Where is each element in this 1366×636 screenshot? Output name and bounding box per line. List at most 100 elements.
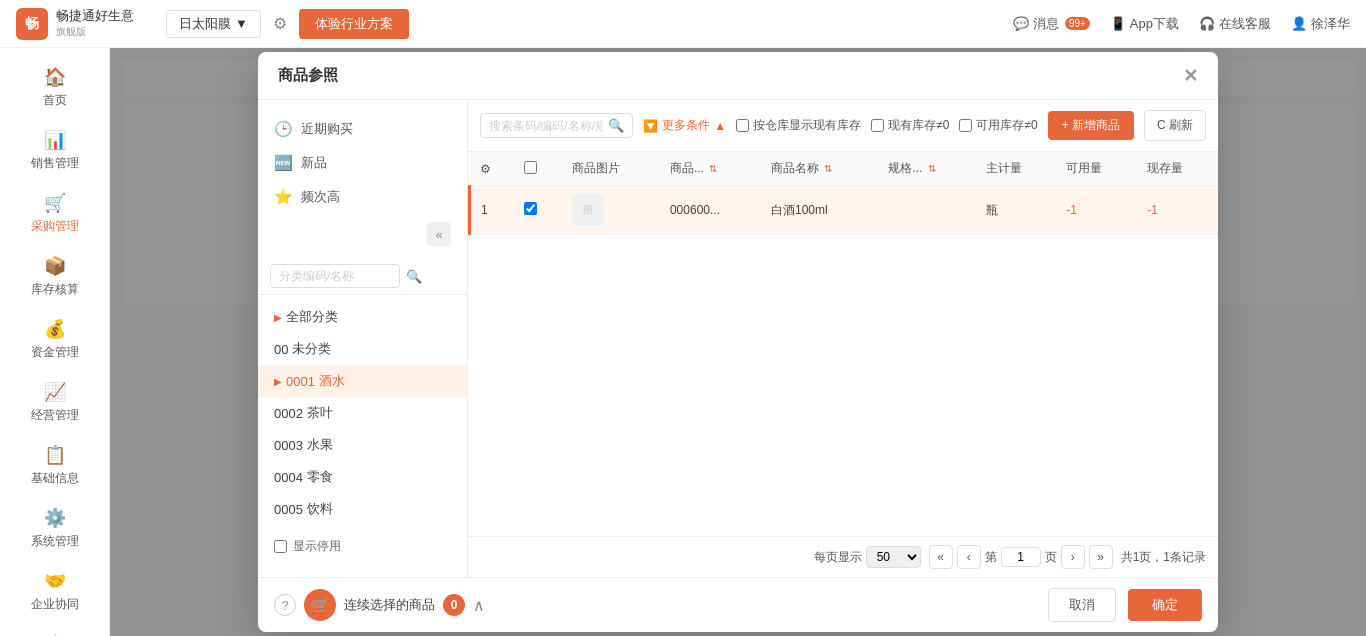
product-image: 图 — [572, 194, 604, 226]
cat-item-0002[interactable]: 0002 茶叶 — [258, 397, 467, 429]
cat-00-name: 未分类 — [292, 340, 331, 358]
row-checkbox[interactable] — [524, 202, 537, 215]
nav-selector[interactable]: 日太阳膜 ▼ — [166, 10, 261, 38]
available-nonzero-checkbox[interactable] — [959, 119, 972, 132]
cat-item-0003[interactable]: 0003 水果 — [258, 429, 467, 461]
row-name-cell: 白酒100ml — [761, 186, 878, 235]
product-reference-modal: 商品参照 ✕ 🕒 近期购买 🆕 新品 — [258, 52, 1218, 632]
cat-0005-label: 0005 — [274, 502, 303, 517]
sidebar-item-basics[interactable]: 📋 基础信息 — [0, 434, 109, 497]
sidebar-item-inventory[interactable]: 📦 库存核算 — [0, 245, 109, 308]
cat-all[interactable]: ▶ 全部分类 — [258, 301, 467, 333]
warehouse-checkbox[interactable] — [736, 119, 749, 132]
recently-purchased-item[interactable]: 🕒 近期购买 — [258, 112, 467, 146]
message-label: 消息 — [1033, 15, 1059, 33]
col-code[interactable]: 商品... ⇅ — [660, 152, 761, 186]
user-btn[interactable]: 👤 徐泽华 — [1291, 15, 1350, 33]
cat-item-0005[interactable]: 0005 饮料 — [258, 493, 467, 525]
modal-footer: ? 🛒 连续选择的商品 0 ∧ 取消 确定 — [258, 577, 1218, 632]
first-page-btn[interactable]: « — [929, 545, 953, 569]
phone-icon: 📱 — [1110, 16, 1126, 31]
cat-0005-name: 饮料 — [307, 500, 333, 518]
sidebar-item-sales[interactable]: 📊 销售管理 — [0, 119, 109, 182]
row-image-cell: 图 — [562, 186, 660, 235]
sidebar-item-finance[interactable]: 💰 资金管理 — [0, 308, 109, 371]
refresh-btn[interactable]: C 刷新 — [1144, 110, 1206, 141]
select-all-checkbox[interactable] — [524, 161, 537, 174]
new-products-item[interactable]: 🆕 新品 — [258, 146, 467, 180]
sort-icon-name: ⇅ — [824, 163, 832, 174]
row-index: 1 — [470, 186, 515, 235]
more-filter-btn[interactable]: 🔽 更多条件 ▲ — [643, 117, 726, 134]
expand-icon[interactable]: ∧ — [473, 596, 485, 615]
confirm-btn[interactable]: 确定 — [1128, 589, 1202, 621]
experience-btn[interactable]: 体验行业方案 — [299, 9, 409, 39]
cat-0002-name: 茶叶 — [307, 404, 333, 422]
sidebar-item-guide[interactable]: 🎓 新手引导 — [0, 623, 109, 636]
message-btn[interactable]: 💬 消息 99+ — [1013, 15, 1090, 33]
last-page-btn[interactable]: » — [1089, 545, 1113, 569]
online-service-btn[interactable]: 🎧 在线客服 — [1199, 15, 1271, 33]
modal-right-panel: 🔍 🔽 更多条件 ▲ 按仓库显示现有库存 — [468, 100, 1218, 577]
sidebar-item-system[interactable]: ⚙️ 系统管理 — [0, 497, 109, 560]
page-size-select: 每页显示 50 100 200 — [814, 546, 921, 568]
row-checkbox-cell[interactable] — [514, 186, 562, 235]
message-badge: 99+ — [1065, 17, 1090, 30]
page-nav: « ‹ 第 页 › » — [929, 545, 1113, 569]
col-unit[interactable]: 主计量 — [976, 152, 1057, 186]
content-area: 商品参照 ✕ 🕒 近期购买 🆕 新品 — [110, 48, 1366, 636]
add-product-btn[interactable]: + 新增商品 — [1048, 111, 1134, 140]
product-table-wrapper: ⚙ 商品图片 商品... ⇅ 商品名称 — [468, 152, 1218, 536]
help-icon[interactable]: ? — [274, 594, 296, 616]
cat-0001-name: 酒水 — [319, 372, 345, 390]
page-label: 第 — [985, 549, 997, 566]
top-nav: 畅 畅捷通好生意 旗舰版 日太阳膜 ▼ ⚙ 体验行业方案 💬 消息 99+ 📱 … — [0, 0, 1366, 48]
col-checkbox[interactable] — [514, 152, 562, 186]
close-icon[interactable]: ✕ — [1183, 67, 1198, 85]
cat-item-0004[interactable]: 0004 零食 — [258, 461, 467, 493]
cat-0004-label: 0004 — [274, 470, 303, 485]
search-icon[interactable]: 🔍 — [406, 269, 422, 284]
search-icon[interactable]: 🔍 — [608, 118, 624, 133]
col-available[interactable]: 可用量 — [1056, 152, 1137, 186]
cat-item-00[interactable]: 00 未分类 — [258, 333, 467, 365]
cat-0003-name: 水果 — [307, 436, 333, 454]
sidebar-item-operations[interactable]: 📈 经营管理 — [0, 371, 109, 434]
checkbox-warehouse[interactable]: 按仓库显示现有库存 — [736, 117, 861, 134]
sidebar-item-operations-label: 经营管理 — [31, 407, 79, 424]
sidebar-item-purchase[interactable]: 🛒 采购管理 — [0, 182, 109, 245]
next-page-btn[interactable]: › — [1061, 545, 1085, 569]
category-search-input[interactable] — [270, 264, 400, 288]
product-search-box: 🔍 — [480, 113, 633, 138]
app-download-btn[interactable]: 📱 App下载 — [1110, 15, 1179, 33]
cancel-btn[interactable]: 取消 — [1048, 588, 1116, 622]
collapse-btn[interactable]: « — [427, 222, 451, 246]
checkbox-stock-nonzero[interactable]: 现有库存≠0 — [871, 117, 949, 134]
username: 徐泽华 — [1311, 15, 1350, 33]
gear-icon[interactable]: ⚙ — [273, 14, 287, 33]
table-row[interactable]: 1 图 000600... 白酒100ml 瓶 — [470, 186, 1219, 235]
col-stock[interactable]: 现存量 — [1137, 152, 1218, 186]
cat-item-0001[interactable]: ▶ 0001 酒水 — [258, 365, 467, 397]
per-page-dropdown[interactable]: 50 100 200 — [866, 546, 921, 568]
recently-purchased-label: 近期购买 — [301, 120, 353, 138]
message-icon: 💬 — [1013, 16, 1029, 31]
product-search-input[interactable] — [489, 119, 602, 133]
online-service-label: 在线客服 — [1219, 15, 1271, 33]
col-stock-label: 现存量 — [1147, 161, 1183, 175]
display-disabled-checkbox[interactable] — [274, 540, 287, 553]
product-table: ⚙ 商品图片 商品... ⇅ 商品名称 — [468, 152, 1218, 235]
sidebar-item-home[interactable]: 🏠 首页 — [0, 56, 109, 119]
checkbox-available-nonzero[interactable]: 可用库存≠0 — [959, 117, 1037, 134]
modal-title: 商品参照 — [278, 66, 338, 85]
col-spec[interactable]: 规格... ⇅ — [878, 152, 975, 186]
high-frequency-item[interactable]: ⭐ 频次高 — [258, 180, 467, 214]
col-setting[interactable]: ⚙ — [470, 152, 515, 186]
sidebar-item-enterprise[interactable]: 🤝 企业协同 — [0, 560, 109, 623]
purchase-icon: 🛒 — [44, 192, 66, 214]
stock-nonzero-checkbox[interactable] — [871, 119, 884, 132]
page-input[interactable] — [1001, 547, 1041, 567]
col-name[interactable]: 商品名称 ⇅ — [761, 152, 878, 186]
total-info: 共1页，1条记录 — [1121, 549, 1206, 566]
prev-page-btn[interactable]: ‹ — [957, 545, 981, 569]
